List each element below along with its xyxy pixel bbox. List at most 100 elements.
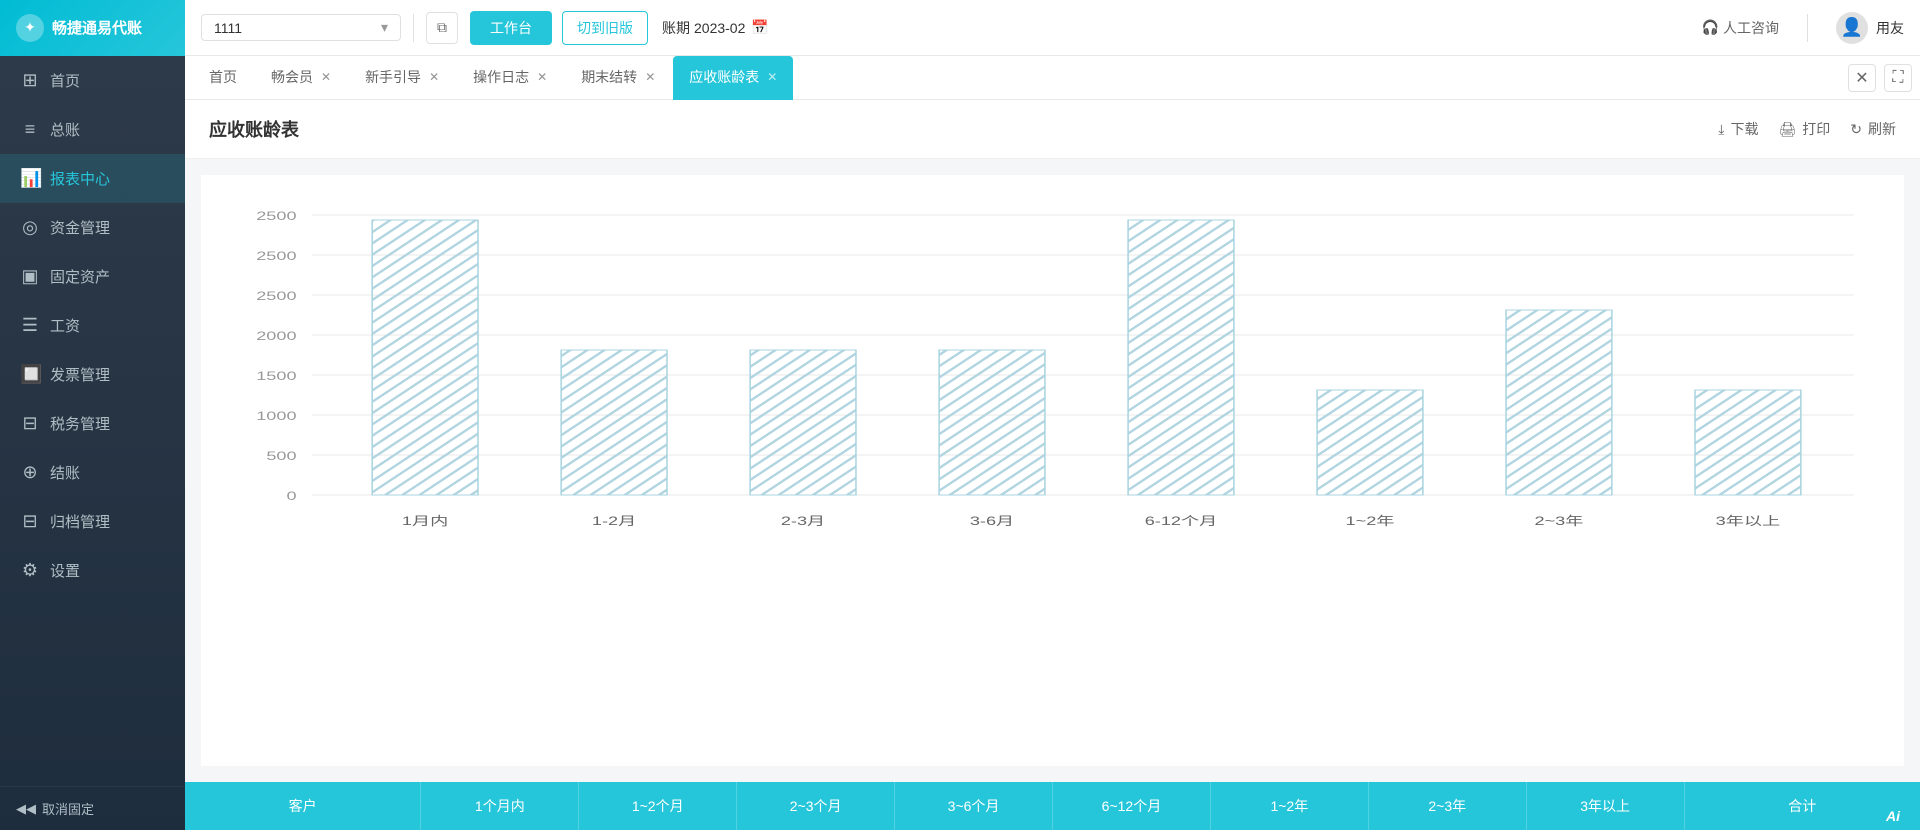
expand-tab-button[interactable]: ⛶: [1884, 64, 1912, 92]
tab-oplog[interactable]: 操作日志 ✕: [457, 56, 563, 100]
sidebar-label-settings: 设置: [50, 560, 80, 581]
table-header-col-1: 1个月内: [421, 782, 579, 830]
print-icon: 🖨: [1778, 121, 1796, 138]
sidebar-item-invoice[interactable]: 🔲 发票管理: [0, 350, 185, 399]
sidebar-label-invoice: 发票管理: [50, 364, 110, 385]
tabs-actions: ✕ ⛶: [1848, 64, 1912, 92]
download-icon: ⤓: [1718, 121, 1724, 138]
print-button[interactable]: 🖨 打印: [1778, 119, 1830, 139]
table-header-col-7: 2~3年: [1369, 782, 1527, 830]
sidebar-item-funds[interactable]: ◎ 资金管理: [0, 203, 185, 252]
salary-icon: ☰: [20, 315, 40, 336]
table-header-col-3: 2~3个月: [737, 782, 895, 830]
user-name: 用友: [1876, 18, 1904, 38]
tab-label-member: 畅会员: [271, 67, 313, 87]
sidebar: ⊞ 首页 ≡ 总账 📊 报表中心 ◎ 资金管理 ▣ 固定资产 ☰ 工资 🔲 发票…: [0, 56, 185, 830]
logo-icon: ✦: [16, 14, 44, 42]
svg-text:0: 0: [286, 490, 296, 503]
tab-aging[interactable]: 应收账龄表 ✕: [673, 56, 793, 100]
settings-icon: ⚙: [20, 560, 40, 581]
svg-text:3年以上: 3年以上: [1716, 514, 1781, 528]
sidebar-label-assets: 固定资产: [50, 266, 110, 287]
funds-icon: ◎: [20, 217, 40, 238]
home-icon: ⊞: [20, 70, 40, 91]
table-header: 客户1个月内1~2个月2~3个月3~6个月6~12个月1~2年2~3年3年以上合…: [185, 782, 1920, 830]
header-right: 🎧 人工咨询 👤 用友: [1702, 12, 1904, 44]
ai-badge: Ai: [1866, 802, 1920, 830]
assets-icon: ▣: [20, 266, 40, 287]
company-name: 1111: [214, 20, 373, 36]
svg-text:1000: 1000: [256, 410, 296, 423]
page-actions: ⤓ 下载 🖨 打印 ↻ 刷新: [1718, 119, 1896, 139]
svg-text:1月内: 1月内: [402, 514, 448, 528]
chart-area: 0 500 1000 1500 2000 2500 2500 2500: [201, 175, 1904, 766]
copy-icon: ⧉: [437, 19, 447, 36]
sidebar-label-ledger: 总账: [50, 119, 80, 140]
tab-member[interactable]: 畅会员 ✕: [255, 56, 347, 100]
refresh-button[interactable]: ↻ 刷新: [1850, 119, 1896, 139]
tax-icon: ⊟: [20, 413, 40, 434]
headset-icon: 🎧: [1702, 19, 1719, 36]
download-button[interactable]: ⤓ 下载: [1718, 119, 1758, 139]
sidebar-item-tax[interactable]: ⊟ 税务管理: [0, 399, 185, 448]
sidebar-scroll: ⊞ 首页 ≡ 总账 📊 报表中心 ◎ 资金管理 ▣ 固定资产 ☰ 工资 🔲 发票…: [0, 56, 185, 786]
page-content: 应收账龄表 ⤓ 下载 🖨 打印 ↻ 刷新: [185, 100, 1920, 830]
calendar-icon[interactable]: 📅: [751, 19, 768, 36]
sidebar-item-archive[interactable]: ⊟ 归档管理: [0, 497, 185, 546]
tab-guide[interactable]: 新手引导✕: [349, 56, 455, 100]
reports-icon: 📊: [20, 168, 40, 189]
svg-text:2500: 2500: [256, 210, 296, 223]
sidebar-label-checkout: 结账: [50, 462, 80, 483]
tab-label-oplog: 操作日志: [473, 67, 529, 87]
table-header-col-4: 3~6个月: [895, 782, 1053, 830]
svg-text:2500: 2500: [256, 290, 296, 303]
tab-close-oplog[interactable]: ✕: [537, 70, 547, 84]
copy-button[interactable]: ⧉: [426, 12, 458, 44]
sidebar-item-reports[interactable]: 📊 报表中心: [0, 154, 185, 203]
support-link[interactable]: 🎧 人工咨询: [1702, 18, 1779, 38]
tabs-bar: 首页畅会员✕新手引导✕操作日志✕期末结转✕应收账龄表✕ ✕ ⛶: [185, 56, 1920, 100]
tab-label-aging: 应收账龄表: [689, 67, 759, 87]
sidebar-item-checkout[interactable]: ⊕ 结账: [0, 448, 185, 497]
period-value: 2023-02: [694, 20, 745, 36]
svg-text:2000: 2000: [256, 330, 296, 343]
close-tab-button[interactable]: ✕: [1848, 64, 1876, 92]
sidebar-item-ledger[interactable]: ≡ 总账: [0, 105, 185, 154]
tab-period_end[interactable]: 期末结转✕: [565, 56, 671, 100]
checkout-icon: ⊕: [20, 462, 40, 483]
tab-close-guide[interactable]: ✕: [429, 70, 439, 84]
pin-icon: ◀◀: [16, 801, 36, 817]
divider: [413, 14, 414, 42]
table-header-col-2: 1~2个月: [579, 782, 737, 830]
workbench-button[interactable]: 工作台: [470, 11, 552, 45]
sidebar-item-settings[interactable]: ⚙ 设置: [0, 546, 185, 595]
user-area[interactable]: 👤 用友: [1836, 12, 1904, 44]
divider2: [1807, 14, 1808, 42]
chart-container: 0 500 1000 1500 2000 2500 2500 2500: [221, 195, 1884, 555]
svg-text:2-3月: 2-3月: [781, 515, 825, 528]
ai-label: Ai: [1886, 808, 1900, 824]
svg-text:6-12个月: 6-12个月: [1145, 514, 1218, 528]
tab-close-period_end[interactable]: ✕: [645, 70, 655, 84]
bar-chart: 0 500 1000 1500 2000 2500 2500 2500: [221, 195, 1884, 555]
tab-home[interactable]: 首页: [193, 56, 253, 100]
sidebar-label-home: 首页: [50, 70, 80, 91]
chevron-down-icon: ▾: [381, 19, 388, 36]
svg-text:3-6月: 3-6月: [970, 515, 1014, 528]
old-version-button[interactable]: 切到旧版: [562, 11, 648, 45]
tab-close-member[interactable]: ✕: [321, 70, 331, 84]
refresh-icon: ↻: [1850, 121, 1862, 138]
sidebar-item-home[interactable]: ⊞ 首页: [0, 56, 185, 105]
invoice-icon: 🔲: [20, 364, 40, 385]
sidebar-footer[interactable]: ◀◀ 取消固定: [0, 786, 185, 830]
svg-text:1-2月: 1-2月: [592, 515, 636, 528]
tab-close-aging[interactable]: ✕: [767, 70, 777, 84]
sidebar-item-assets[interactable]: ▣ 固定资产: [0, 252, 185, 301]
table-header-col-8: 3年以上: [1527, 782, 1685, 830]
page-title: 应收账龄表: [209, 116, 299, 142]
sidebar-label-salary: 工资: [50, 315, 80, 336]
table-header-col-5: 6~12个月: [1053, 782, 1211, 830]
page-header: 应收账龄表 ⤓ 下载 🖨 打印 ↻ 刷新: [185, 100, 1920, 159]
company-selector[interactable]: 1111 ▾: [201, 14, 401, 41]
sidebar-item-salary[interactable]: ☰ 工资: [0, 301, 185, 350]
